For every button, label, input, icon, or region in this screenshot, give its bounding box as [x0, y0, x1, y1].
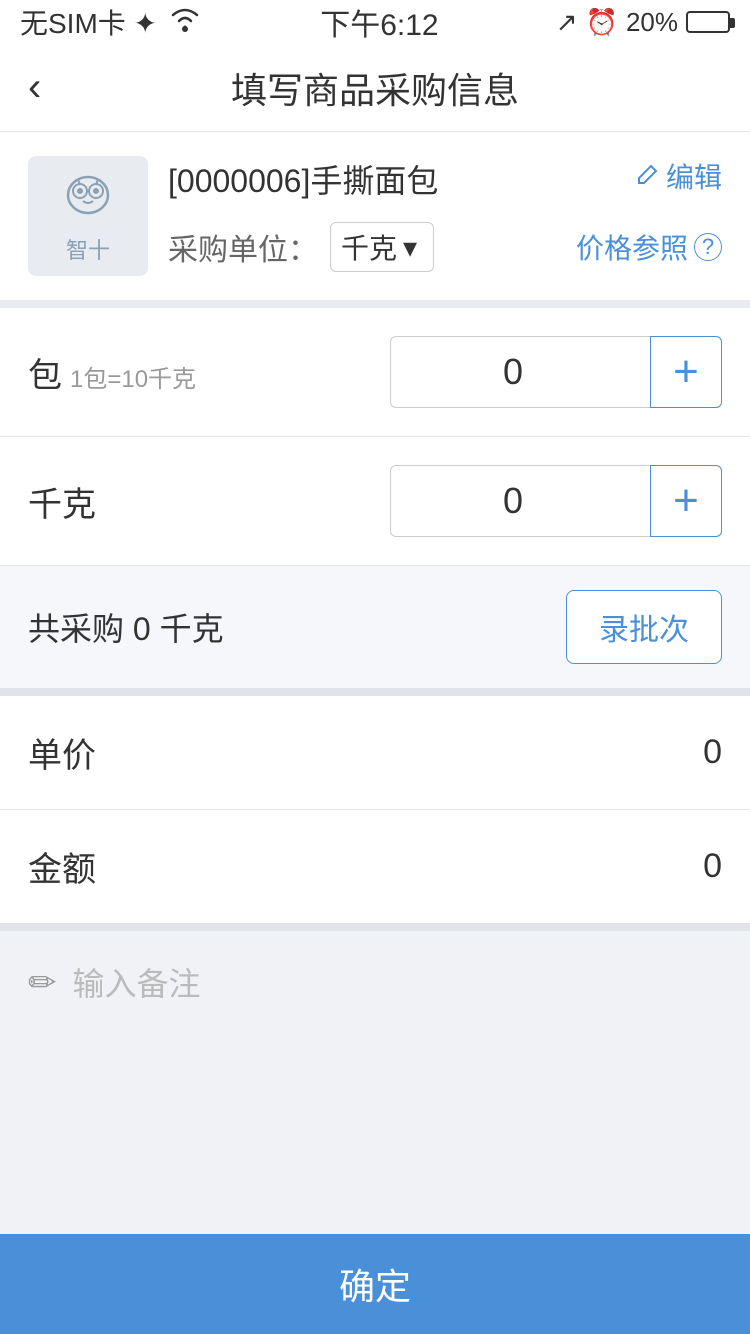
battery-percent: 20% [626, 7, 678, 38]
battery-icon [686, 11, 730, 33]
price-label: 单价 [28, 728, 96, 777]
product-info: [0000006]手撕面包 编辑 采购单位： 千克 ▾ 价格参照 ? [168, 156, 722, 272]
sim-label: 无SIM卡 ✦ [20, 2, 157, 42]
status-time: 下午6:12 [320, 0, 438, 44]
location-icon: ↗ [556, 7, 578, 38]
product-name: [0000006]手撕面包 [168, 156, 438, 202]
price-ref-label: 价格参照 [576, 227, 688, 267]
qty-input-wrapper-kg: + [390, 465, 722, 537]
qty-sublabel-bao: 1包=10千克 [70, 366, 196, 393]
alarm-icon: ⏰ [586, 7, 618, 38]
price-value: 0 [703, 733, 722, 772]
qty-input-bao[interactable] [390, 336, 650, 408]
amount-value: 0 [703, 847, 722, 886]
wifi-icon [167, 5, 203, 40]
edit-button[interactable]: 编辑 [636, 156, 722, 196]
qty-plus-kg[interactable]: + [650, 465, 722, 537]
nav-bar: ‹ 填写商品采购信息 [0, 44, 750, 132]
unit-row: 采购单位： 千克 ▾ [168, 222, 434, 272]
summary-text: 共采购 0 千克 [28, 604, 224, 650]
qty-row-bao: 包1包=10千克 + [0, 308, 750, 437]
status-right: ↗ ⏰ 20% [556, 7, 730, 38]
summary-row: 共采购 0 千克 录批次 [0, 566, 750, 696]
status-bar: 无SIM卡 ✦ 下午6:12 ↗ ⏰ 20% [0, 0, 750, 44]
qty-label-bao: 包1包=10千克 [28, 348, 390, 397]
remark-placeholder: 输入备注 [73, 959, 201, 1005]
product-thumb-owl-icon [58, 167, 118, 229]
price-ref-button[interactable]: 价格参照 ? [576, 227, 722, 267]
remark-section[interactable]: ✏ 输入备注 [0, 931, 750, 1271]
product-info-bottom: 采购单位： 千克 ▾ 价格参照 ? [168, 222, 722, 272]
amount-label: 金额 [28, 842, 96, 891]
qty-input-wrapper-bao: + [390, 336, 722, 408]
help-icon: ? [694, 233, 722, 261]
dropdown-icon: ▾ [403, 231, 417, 264]
confirm-button[interactable]: 确定 [0, 1234, 750, 1334]
product-card: 智十 [0000006]手撕面包 编辑 采购单位： 千克 ▾ 价格参照 [0, 132, 750, 308]
price-amount-section: 单价 0 金额 0 [0, 696, 750, 931]
pencil-icon: ✏ [28, 963, 57, 1003]
back-button[interactable]: ‹ [28, 65, 41, 110]
qty-label-kg: 千克 [28, 477, 390, 526]
page-title: 填写商品采购信息 [231, 62, 519, 114]
product-thumbnail: 智十 [28, 156, 148, 276]
qty-plus-bao[interactable]: + [650, 336, 722, 408]
record-batch-button[interactable]: 录批次 [566, 590, 722, 664]
product-info-top: [0000006]手撕面包 编辑 [168, 156, 722, 202]
qty-input-kg[interactable] [390, 465, 650, 537]
qty-row-kg: 千克 + [0, 437, 750, 565]
unit-select[interactable]: 千克 ▾ [330, 222, 434, 272]
product-thumb-label: 智十 [66, 233, 110, 265]
quantity-section: 包1包=10千克 + 千克 + [0, 308, 750, 566]
confirm-label: 确定 [339, 1258, 411, 1310]
price-row: 单价 0 [0, 696, 750, 810]
unit-value: 千克 [341, 227, 397, 267]
amount-row: 金额 0 [0, 810, 750, 931]
status-left: 无SIM卡 ✦ [20, 2, 203, 42]
unit-label: 采购单位： [168, 225, 318, 269]
